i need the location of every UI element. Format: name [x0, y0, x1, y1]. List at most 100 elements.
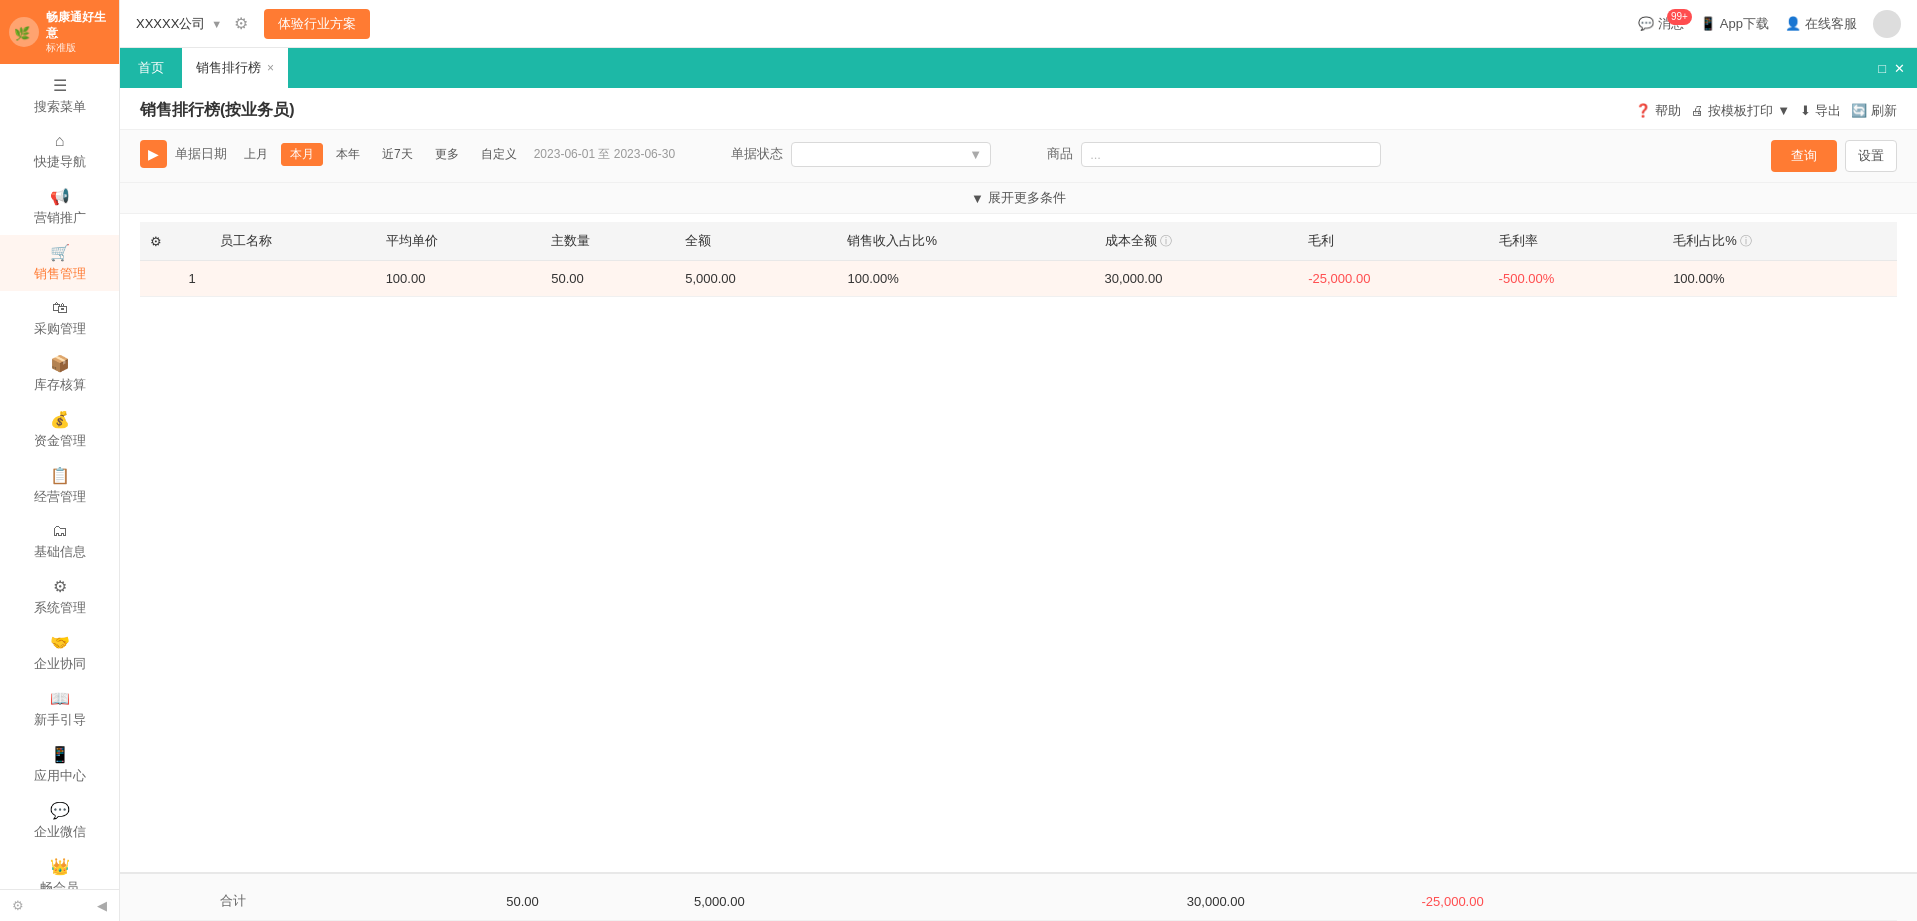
close-window-icon[interactable]: ✕ [1894, 61, 1905, 76]
cost-info-icon[interactable]: ⓘ [1160, 234, 1172, 248]
sidebar-label-search: 搜索菜单 [34, 98, 86, 116]
sidebar-icon-shortcut: ⌂ [55, 132, 65, 150]
table-row: 1 100.00 50.00 5,000.00 100.00% 30,000.0… [140, 261, 1897, 297]
print-button[interactable]: 🖨 按模板打印 ▼ [1691, 102, 1790, 120]
sidebar-label-base: 基础信息 [34, 543, 86, 561]
footer-amount: 5,000.00 [686, 882, 921, 921]
sidebar-item-purchase[interactable]: 🛍采购管理 [0, 291, 119, 346]
service-icon: 👤 [1785, 16, 1801, 31]
footer-cost: 30,000.00 [1179, 882, 1414, 921]
tab-sales-ranking[interactable]: 销售排行榜 × [182, 48, 288, 88]
sidebar-item-sales[interactable]: 🛒销售管理 [0, 235, 119, 291]
table-container: ⚙ 员工名称 平均单价 主数量 全额 销售收入占比% 成本全额 ⓘ 毛利 毛利率… [120, 214, 1917, 872]
message-button[interactable]: 💬 消息 99+ [1638, 15, 1684, 33]
sidebar-item-search[interactable]: ☰ 搜索菜单 [0, 68, 119, 124]
sidebar-item-apps[interactable]: 📱应用中心 [0, 737, 119, 793]
date-pill-上月[interactable]: 上月 [235, 143, 277, 166]
app-name: 畅康通好生意 [46, 10, 111, 41]
user-avatar[interactable] [1873, 10, 1901, 38]
date-pill-更多[interactable]: 更多 [426, 143, 468, 166]
page-header: 销售排行榜(按业务员) ❓ 帮助 🖨 按模板打印 ▼ ⬇ 导出 🔄 刷新 [120, 88, 1917, 130]
expand-button[interactable]: ▼ 展开更多条件 [971, 189, 1066, 207]
sidebar-item-wechat[interactable]: 💬企业微信 [0, 793, 119, 849]
sidebar-label-inventory: 库存核算 [34, 376, 86, 394]
window-buttons: □ ✕ [1878, 61, 1917, 76]
date-pill-自定义[interactable]: 自定义 [472, 143, 526, 166]
table-footer: 合计 50.00 5,000.00 30,000.00 -25,000.00 [120, 872, 1917, 921]
status-filter-label: 单据状态 [731, 145, 783, 163]
sidebar-settings-icon[interactable]: ⚙ [12, 898, 24, 913]
date-range-display: 2023-06-01 至 2023-06-30 [534, 146, 675, 163]
date-pill-近7天[interactable]: 近7天 [373, 143, 422, 166]
row-quantity: 50.00 [543, 261, 677, 297]
sidebar-item-ops[interactable]: 📋经营管理 [0, 458, 119, 514]
tab-label: 销售排行榜 [196, 59, 261, 77]
sidebar-item-base[interactable]: 🗂基础信息 [0, 514, 119, 569]
tab-home[interactable]: 首页 [120, 48, 182, 88]
row-gross-pct: 100.00% [1665, 261, 1897, 297]
online-service-button[interactable]: 👤 在线客服 [1785, 15, 1857, 33]
help-icon: ❓ [1635, 103, 1651, 118]
sidebar-icon-system: ⚙ [53, 577, 67, 596]
company-name: XXXXX公司 [136, 15, 205, 33]
download-label: App下载 [1720, 15, 1769, 33]
row-employee-name [212, 261, 378, 297]
sidebar-icon-purchase: 🛍 [52, 299, 68, 317]
sidebar-icon-sales: 🛒 [50, 243, 70, 262]
footer-total-row: 合计 50.00 5,000.00 30,000.00 -25,000.00 [140, 882, 1897, 921]
company-chevron-icon: ▼ [211, 18, 222, 30]
sidebar-item-member[interactable]: 👑畅会员 [0, 849, 119, 889]
app-download-button[interactable]: 📱 App下载 [1700, 15, 1769, 33]
col-cost: 成本全额 ⓘ [1097, 222, 1301, 261]
filter-settings-button[interactable]: 设置 [1845, 140, 1897, 172]
sidebar-item-shortcut[interactable]: ⌂ 快捷导航 [0, 124, 119, 179]
sidebar-item-finance[interactable]: 💰资金管理 [0, 402, 119, 458]
status-select[interactable]: ▼ [791, 142, 991, 167]
col-quantity: 主数量 [543, 222, 677, 261]
filter-toggle-button[interactable]: ▶ [140, 140, 167, 168]
date-filter-label: 单据日期 [175, 145, 227, 163]
sidebar-icon-collab: 🤝 [50, 633, 70, 652]
goods-placeholder: ... [1090, 147, 1101, 162]
maximize-icon[interactable]: □ [1878, 61, 1886, 76]
sidebar-item-inventory[interactable]: 📦库存核算 [0, 346, 119, 402]
col-settings[interactable]: ⚙ [140, 222, 172, 261]
footer-quantity: 50.00 [498, 882, 686, 921]
goods-filter-group: 商品 ... [1047, 142, 1381, 167]
company-selector[interactable]: XXXXX公司 ▼ [136, 15, 222, 33]
goods-input[interactable]: ... [1081, 142, 1381, 167]
export-label: 导出 [1815, 102, 1841, 120]
export-icon: ⬇ [1800, 103, 1811, 118]
sidebar-label-wechat: 企业微信 [34, 823, 86, 841]
refresh-label: 刷新 [1871, 102, 1897, 120]
sidebar-label-ops: 经营管理 [34, 488, 86, 506]
filter-section: ▶ 单据日期 上月本月本年近7天更多自定义 2023-06-01 至 2023-… [120, 130, 1917, 183]
export-button[interactable]: ⬇ 导出 [1800, 102, 1841, 120]
date-pill-本月[interactable]: 本月 [281, 143, 323, 166]
status-filter-group: 单据状态 ▼ [731, 142, 991, 167]
app-logo: 🌿 畅康通好生意 标准版 [0, 0, 119, 64]
sidebar-item-collab[interactable]: 🤝企业协同 [0, 625, 119, 681]
footer-avg-price [311, 882, 499, 921]
row-gross: -25,000.00 [1300, 261, 1490, 297]
tab-close-icon[interactable]: × [267, 61, 274, 75]
gross-pct-info-icon[interactable]: ⓘ [1740, 234, 1752, 248]
col-avg-price: 平均单价 [378, 222, 544, 261]
try-button[interactable]: 体验行业方案 [264, 9, 370, 39]
col-gross-pct: 毛利占比% ⓘ [1665, 222, 1897, 261]
query-button[interactable]: 查询 [1771, 140, 1837, 172]
refresh-button[interactable]: 🔄 刷新 [1851, 102, 1897, 120]
sidebar-icon-finance: 💰 [50, 410, 70, 429]
row-rank: 1 [172, 261, 212, 297]
date-pill-本年[interactable]: 本年 [327, 143, 369, 166]
sidebar-collapse-icon[interactable]: ◀ [97, 898, 107, 913]
sidebar-item-guide[interactable]: 📖新手引导 [0, 681, 119, 737]
sidebar-item-marketing[interactable]: 📢营销推广 [0, 179, 119, 235]
sidebar-item-system[interactable]: ⚙系统管理 [0, 569, 119, 625]
help-button[interactable]: ❓ 帮助 [1635, 102, 1681, 120]
sidebar-label-shortcut: 快捷导航 [34, 153, 86, 171]
settings-icon[interactable]: ⚙ [234, 14, 248, 33]
sidebar-icon-search: ☰ [53, 76, 67, 95]
tabbar: 首页 销售排行榜 × □ ✕ [120, 48, 1917, 88]
main-area: XXXXX公司 ▼ ⚙ 体验行业方案 💬 消息 99+ 📱 App下载 👤 在线… [120, 0, 1917, 921]
